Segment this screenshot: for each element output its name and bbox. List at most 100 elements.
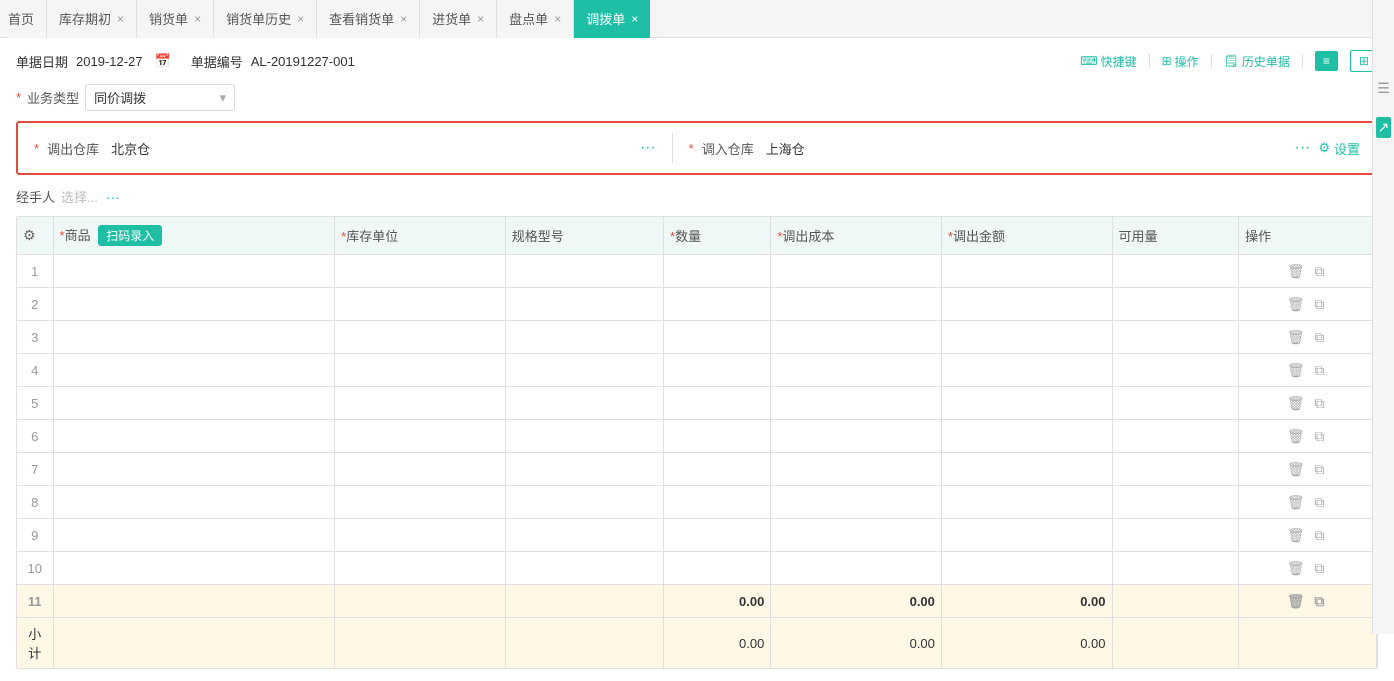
cell-amount-2	[941, 288, 1112, 321]
tab-stocktake[interactable]: 盘点单 ×	[497, 0, 574, 38]
cell-product-2	[53, 288, 335, 321]
tab-view-sales[interactable]: 查看销货单 ×	[317, 0, 420, 38]
cell-action-3: 🗑 ⧉	[1239, 321, 1377, 354]
operations-btn[interactable]: ⊞ 操作	[1162, 53, 1199, 70]
tab-inventory-init[interactable]: 库存期初 ×	[47, 0, 137, 38]
cell-unit-11	[335, 585, 506, 618]
tab-sales-history[interactable]: 销货单历史 ×	[214, 0, 317, 38]
warehouse-divider	[672, 133, 673, 163]
cell-spec-5	[505, 387, 663, 420]
close-tab-sales-order[interactable]: ×	[194, 12, 201, 26]
delete-icon-5[interactable]: 🗑	[1286, 393, 1306, 413]
cell-cost-7	[771, 453, 942, 486]
cell-cost-6	[771, 420, 942, 453]
delete-icon-7[interactable]: 🗑	[1286, 459, 1306, 479]
delete-icon-2[interactable]: 🗑	[1286, 294, 1306, 314]
cell-available-11	[1112, 585, 1239, 618]
warehouse-out-value: 北京仓	[111, 139, 150, 158]
cell-cost-11: 0.00	[771, 585, 942, 618]
cell-amount-1	[941, 255, 1112, 288]
copy-icon-11[interactable]: ⧉	[1309, 591, 1329, 611]
date-label: 单据日期	[16, 52, 68, 71]
table-row: 10 🗑 ⧉	[17, 552, 1377, 585]
cell-spec-8	[505, 486, 663, 519]
delete-icon-11[interactable]: 🗑	[1286, 591, 1306, 611]
cell-spec-2	[505, 288, 663, 321]
tab-transfer[interactable]: 调拨单 ×	[574, 0, 650, 38]
close-tab-view-sales[interactable]: ×	[400, 12, 407, 26]
copy-icon-7[interactable]: ⧉	[1309, 459, 1329, 479]
operator-row: 经手人 选择... ···	[16, 187, 1378, 206]
sidebar-list-icon[interactable]: ☰	[1377, 80, 1390, 97]
business-type-select[interactable]: 同价调拨 ▾	[85, 84, 235, 111]
operator-input[interactable]: 选择... ···	[61, 187, 120, 206]
copy-icon-8[interactable]: ⧉	[1309, 492, 1329, 512]
warehouse-in-more-btn[interactable]: ···	[1294, 139, 1310, 157]
scan-barcode-btn[interactable]: 扫码录入	[98, 225, 162, 246]
cell-product-11	[53, 585, 335, 618]
delete-icon-9[interactable]: 🗑	[1286, 525, 1306, 545]
cell-spec-7	[505, 453, 663, 486]
cell-amount-6	[941, 420, 1112, 453]
delete-icon-3[interactable]: 🗑	[1286, 327, 1306, 347]
row-num-2: 2	[17, 288, 53, 321]
copy-icon-4[interactable]: ⧉	[1309, 360, 1329, 380]
delete-icon-4[interactable]: 🗑	[1286, 360, 1306, 380]
cell-unit-5	[335, 387, 506, 420]
col-unit: *库存单位	[335, 217, 506, 255]
row-num-3: 3	[17, 321, 53, 354]
settings-btn[interactable]: ⚙ 设置	[1318, 139, 1360, 158]
operator-more-btn[interactable]: ···	[106, 189, 120, 205]
copy-icon-2[interactable]: ⧉	[1309, 294, 1329, 314]
layout-btn-1[interactable]: ≡	[1315, 51, 1338, 71]
delete-icon-8[interactable]: 🗑	[1286, 492, 1306, 512]
calendar-icon[interactable]: 📅	[155, 53, 171, 69]
subtotal-qty: 0.00	[664, 618, 771, 669]
copy-icon-5[interactable]: ⧉	[1309, 393, 1329, 413]
warehouse-in-section: * 调入仓库 上海仓 ···	[689, 139, 1311, 158]
gear-icon[interactable]: ⚙	[23, 227, 36, 243]
cell-product-7	[53, 453, 335, 486]
tab-home[interactable]: 首页	[8, 0, 47, 38]
table-row: 5 🗑 ⧉	[17, 387, 1377, 420]
close-tab-transfer[interactable]: ×	[631, 12, 638, 26]
delete-icon-1[interactable]: 🗑	[1286, 261, 1306, 281]
cell-action-6: 🗑 ⧉	[1239, 420, 1377, 453]
table-row: 2 🗑 ⧉	[17, 288, 1377, 321]
warehouse-out-section: * 调出仓库 北京仓 ···	[34, 139, 656, 158]
delete-icon-6[interactable]: 🗑	[1286, 426, 1306, 446]
sidebar-expand-icon[interactable]: ↗	[1376, 117, 1392, 138]
cell-action-4: 🗑 ⧉	[1239, 354, 1377, 387]
cell-available-7	[1112, 453, 1239, 486]
settings-icon: ⚙	[1318, 140, 1330, 156]
form-header-left: 单据日期 2019-12-27 📅 单据编号 AL-20191227-001	[16, 52, 355, 71]
warehouse-in-value: 上海仓	[766, 139, 805, 158]
date-value: 2019-12-27	[76, 54, 143, 69]
copy-icon-1[interactable]: ⧉	[1309, 261, 1329, 281]
copy-icon-9[interactable]: ⧉	[1309, 525, 1329, 545]
close-tab-stocktake[interactable]: ×	[554, 12, 561, 26]
copy-icon-6[interactable]: ⧉	[1309, 426, 1329, 446]
cell-unit-10	[335, 552, 506, 585]
copy-icon-3[interactable]: ⧉	[1309, 327, 1329, 347]
delete-icon-10[interactable]: 🗑	[1286, 558, 1306, 578]
cell-amount-8	[941, 486, 1112, 519]
tab-sales-order[interactable]: 销货单 ×	[137, 0, 214, 38]
cell-spec-10	[505, 552, 663, 585]
cell-spec-3	[505, 321, 663, 354]
operator-placeholder: 选择...	[61, 187, 98, 206]
shortcut-btn[interactable]: ⌨ 快捷键	[1080, 53, 1136, 70]
copy-icon-10[interactable]: ⧉	[1309, 558, 1329, 578]
close-tab-sales-history[interactable]: ×	[297, 12, 304, 26]
table-row: 3 🗑 ⧉	[17, 321, 1377, 354]
cell-product-4	[53, 354, 335, 387]
table-row: 11 0.00 0.00 0.00 🗑 ⧉	[17, 585, 1377, 618]
warehouse-out-more-btn[interactable]: ···	[640, 139, 656, 157]
tab-purchase[interactable]: 进货单 ×	[420, 0, 497, 38]
close-tab-purchase[interactable]: ×	[477, 12, 484, 26]
history-btn[interactable]: 🗒 历史单据	[1224, 53, 1290, 70]
cell-available-8	[1112, 486, 1239, 519]
close-tab-inventory-init[interactable]: ×	[117, 12, 124, 26]
cell-action-10: 🗑 ⧉	[1239, 552, 1377, 585]
cell-available-10	[1112, 552, 1239, 585]
